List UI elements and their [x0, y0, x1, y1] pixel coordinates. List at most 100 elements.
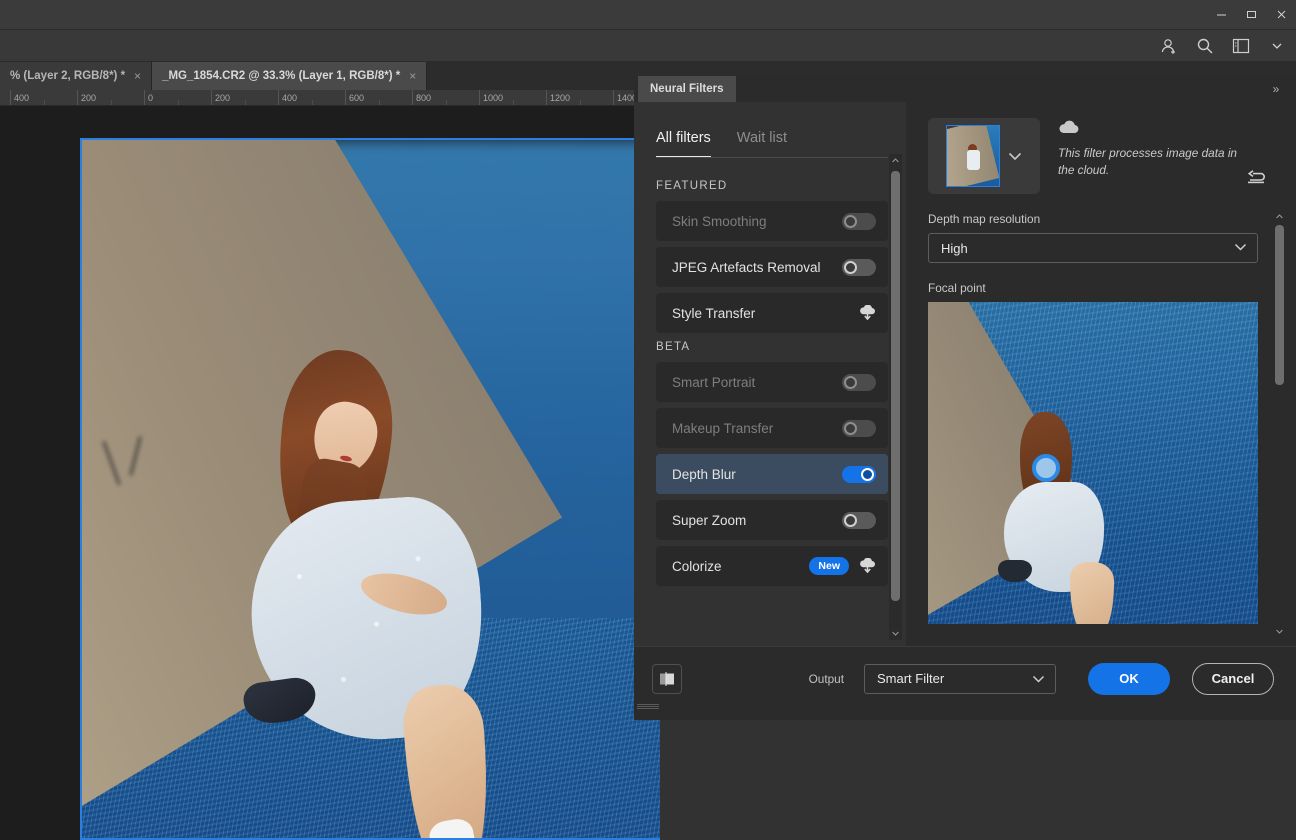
toggle-knob	[861, 467, 874, 481]
filter-item-controls	[859, 305, 876, 321]
minimize-button[interactable]	[1206, 0, 1236, 30]
filter-subtabs: All filters Wait list	[634, 102, 906, 158]
filter-toggle[interactable]	[842, 419, 876, 437]
options-bar	[0, 30, 1296, 62]
output-value: Smart Filter	[877, 671, 945, 686]
filter-list-column: All filters Wait list FEATURED Skin Smoot…	[634, 102, 906, 646]
settings-scrollbar[interactable]	[1273, 210, 1286, 638]
document-canvas[interactable]	[80, 138, 660, 840]
focal-preview-subject	[998, 412, 1128, 624]
filter-scroll-track[interactable]	[889, 167, 902, 627]
tab-wait-list[interactable]: Wait list	[737, 130, 787, 158]
settings-scroll-track[interactable]	[1273, 223, 1286, 625]
chevron-down-icon	[1234, 242, 1247, 254]
photo-depth-blur-preview	[82, 140, 660, 838]
output-select[interactable]: Smart Filter	[864, 663, 1056, 694]
close-icon[interactable]: ×	[409, 69, 416, 83]
photo-subject	[202, 344, 535, 838]
depth-map-resolution-label: Depth map resolution	[928, 212, 1041, 226]
focal-point-label: Focal point	[928, 281, 986, 295]
filter-list-scrollbar[interactable]	[889, 154, 902, 640]
focal-point-marker[interactable]	[1032, 454, 1060, 482]
filter-settings-column: This filter processes image data in the …	[906, 102, 1296, 646]
settings-header: This filter processes image data in the …	[928, 118, 1265, 194]
neural-filters-dialog: All filters Wait list FEATURED Skin Smoot…	[634, 102, 1296, 710]
focal-point-preview[interactable]	[928, 302, 1258, 624]
split-preview-icon[interactable]	[652, 663, 682, 694]
neural-filters-tab-strip: Neural Filters »	[634, 76, 1296, 102]
filter-item-controls	[842, 511, 876, 529]
scroll-down-icon[interactable]	[1273, 625, 1286, 638]
resize-grip[interactable]	[637, 704, 659, 709]
filter-toggle[interactable]	[842, 212, 876, 230]
scroll-up-icon[interactable]	[889, 154, 902, 167]
subtab-divider	[656, 157, 888, 158]
dialog-footer: Output Smart Filter OK Cancel	[634, 646, 1296, 710]
workspace-icon[interactable]	[1230, 35, 1252, 57]
ruler-tick: 400	[10, 90, 29, 105]
filter-toggle[interactable]	[842, 465, 876, 483]
scroll-down-icon[interactable]	[889, 627, 902, 640]
chevron-down-icon[interactable]	[1008, 149, 1022, 164]
search-icon[interactable]	[1194, 35, 1216, 57]
neural-filters-tab-label: Neural Filters	[650, 83, 724, 95]
close-button[interactable]	[1266, 0, 1296, 30]
cancel-button[interactable]: Cancel	[1192, 662, 1274, 695]
cloud-note-text: This filter processes image data in the …	[1058, 146, 1237, 178]
document-tab-2[interactable]: _MG_1854.CR2 @ 33.3% (Layer 1, RGB/8*) *…	[152, 62, 428, 90]
thumbnail-subject-body	[967, 150, 980, 170]
chevron-down-icon[interactable]	[1266, 35, 1288, 57]
maximize-button[interactable]	[1236, 0, 1266, 30]
add-user-icon[interactable]	[1158, 35, 1180, 57]
filter-item-label: Skin Smoothing	[672, 213, 767, 229]
document-tab-1[interactable]: % (Layer 2, RGB/8*) * ×	[0, 62, 153, 90]
document-tab-2-title: _MG_1854.CR2 @ 33.3% (Layer 1, RGB/8*) *	[162, 70, 401, 82]
filter-item-colorize[interactable]: Colorize New	[656, 546, 888, 586]
toggle-knob	[844, 421, 857, 435]
new-badge: New	[809, 557, 849, 575]
toggle-knob	[844, 375, 857, 389]
close-icon[interactable]: ×	[134, 69, 141, 83]
preview-thumbnail-image	[946, 125, 1000, 187]
depth-map-resolution-value: High	[941, 240, 968, 256]
filter-toggle[interactable]	[842, 511, 876, 529]
filter-item-makeup-transfer[interactable]: Makeup Transfer	[656, 408, 888, 448]
filter-item-jpeg-artefacts-removal[interactable]: JPEG Artefacts Removal	[656, 247, 888, 287]
scroll-up-icon[interactable]	[1273, 210, 1286, 223]
focal-subject-bag	[998, 560, 1032, 582]
filter-group-title: FEATURED	[656, 180, 728, 192]
ruler-tick: 1200	[546, 90, 570, 105]
depth-map-resolution-select[interactable]: High	[928, 233, 1258, 263]
filter-list[interactable]: FEATURED Skin Smoothing JPEG Artefacts Rem…	[634, 158, 906, 646]
preview-thumbnail-box[interactable]	[928, 118, 1040, 194]
filter-item-depth-blur[interactable]: Depth Blur	[656, 454, 888, 494]
neural-filters-panel-tab[interactable]: Neural Filters	[638, 76, 736, 102]
ok-button[interactable]: OK	[1088, 662, 1170, 695]
ruler-tick: 200	[77, 90, 96, 105]
filter-item-skin-smoothing[interactable]: Skin Smoothing	[656, 201, 888, 241]
filter-item-label: Super Zoom	[672, 512, 747, 528]
filter-item-style-transfer[interactable]: Style Transfer	[656, 293, 888, 333]
filter-item-controls	[842, 465, 876, 483]
filter-item-super-zoom[interactable]: Super Zoom	[656, 500, 888, 540]
collapse-panels-icon[interactable]: »	[1266, 80, 1286, 98]
cloud-download-icon[interactable]	[859, 305, 876, 321]
cloud-icon	[1058, 120, 1258, 139]
window-controls	[1206, 0, 1296, 30]
filter-toggle[interactable]	[842, 373, 876, 391]
reset-icon[interactable]	[1246, 170, 1266, 191]
canvas-area[interactable]	[0, 106, 660, 840]
chevron-down-icon	[1032, 671, 1045, 686]
filter-item-label: Style Transfer	[672, 305, 756, 321]
filter-item-label: Colorize	[672, 558, 722, 574]
filter-scroll-thumb[interactable]	[891, 171, 900, 601]
filter-item-controls	[842, 373, 876, 391]
filter-toggle[interactable]	[842, 258, 876, 276]
cloud-download-icon[interactable]	[859, 558, 876, 574]
filter-item-label: Smart Portrait	[672, 374, 756, 390]
tab-all-filters[interactable]: All filters	[656, 130, 711, 158]
settings-scroll-thumb[interactable]	[1275, 225, 1284, 385]
filter-item-smart-portrait[interactable]: Smart Portrait	[656, 362, 888, 402]
document-tab-1-title: % (Layer 2, RGB/8*) *	[10, 70, 126, 82]
ruler-tick: 0	[144, 90, 153, 105]
